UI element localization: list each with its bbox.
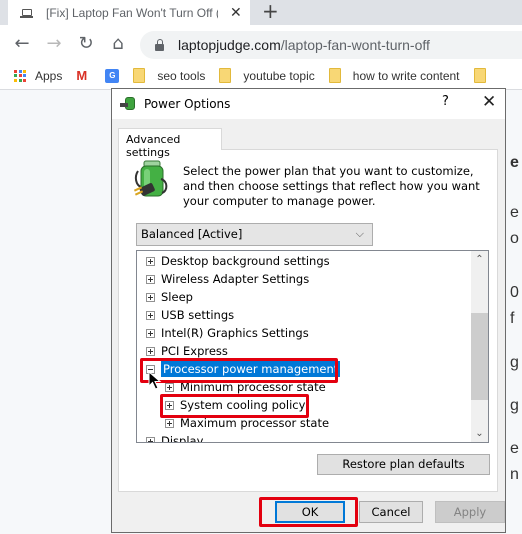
laptop-icon — [20, 9, 33, 18]
new-tab-button[interactable]: + — [262, 0, 279, 22]
bookmark-label: youtube topic — [243, 68, 315, 83]
tree-item-pci-express[interactable]: PCI Express — [146, 342, 228, 360]
tree-item-system-cooling-policy[interactable]: System cooling policy — [165, 396, 305, 414]
dialog-title: Power Options — [144, 97, 231, 111]
gmail-icon — [76, 70, 91, 81]
tree-item-sleep[interactable]: Sleep — [146, 288, 193, 306]
tab-title: [Fix] Laptop Fan Won't Turn Off ( — [46, 5, 218, 20]
tab-advanced-settings[interactable]: Advanced settings — [118, 128, 222, 159]
bookmark-apps[interactable]: Apps — [14, 69, 62, 83]
bookmark-label: how to write content — [352, 68, 460, 83]
bookmarks-bar: Apps G seo tools youtube topic how to wr… — [0, 62, 522, 90]
tree-item-wireless-adapter[interactable]: Wireless Adapter Settings — [146, 270, 309, 288]
page-text-fragment: g — [510, 354, 519, 371]
vertical-scrollbar[interactable]: ⌃ ⌄ — [471, 251, 488, 442]
forward-button[interactable]: → — [43, 33, 65, 55]
battery-plug-icon — [133, 160, 168, 197]
expand-icon[interactable] — [165, 382, 174, 392]
url-domain: laptopjudge.com — [178, 37, 281, 53]
expand-icon[interactable] — [146, 328, 155, 338]
tree-item-minimum-processor-state[interactable]: Minimum processor state — [165, 378, 326, 396]
page-text-fragment: o — [510, 230, 519, 247]
address-bar[interactable]: laptopjudge.com/laptop-fan-wont-turn-off — [140, 31, 522, 59]
expand-icon[interactable] — [165, 400, 174, 410]
apply-button[interactable]: Apply — [435, 501, 505, 523]
expand-icon[interactable] — [146, 346, 155, 356]
expand-icon[interactable] — [146, 274, 155, 284]
settings-tree[interactable]: Desktop background settings Wireless Ada… — [136, 250, 489, 443]
tree-item-maximum-processor-state[interactable]: Maximum processor state — [165, 414, 329, 432]
apps-grid-icon — [14, 69, 26, 82]
lock-icon[interactable] — [155, 38, 164, 51]
url-path: /laptop-fan-wont-turn-off — [280, 37, 430, 53]
description-text: Select the power plan that you want to c… — [183, 164, 480, 208]
expand-icon[interactable] — [146, 436, 155, 442]
close-tab-icon[interactable]: ✕ — [230, 4, 242, 21]
restore-plan-defaults-button[interactable]: Restore plan defaults — [317, 454, 490, 475]
help-button[interactable]: ? — [442, 94, 449, 109]
selected-plan: Balanced [Active] — [141, 227, 243, 241]
bookmark-youtube-topic[interactable]: youtube topic — [219, 68, 315, 83]
expand-icon[interactable] — [165, 418, 174, 428]
bookmark-folder[interactable] — [473, 68, 498, 83]
tree-item-desktop-background[interactable]: Desktop background settings — [146, 252, 330, 270]
close-button[interactable]: ✕ — [482, 92, 496, 112]
expand-icon[interactable] — [146, 292, 155, 302]
scroll-up-icon[interactable]: ⌃ — [471, 251, 488, 268]
bookmark-google-translate[interactable]: G — [105, 68, 120, 83]
bookmark-seo-tools[interactable]: seo tools — [133, 68, 205, 83]
page-text-fragment: n — [510, 466, 519, 483]
bookmark-label: seo tools — [157, 68, 206, 83]
bookmark-how-to-write-content[interactable]: how to write content — [328, 68, 460, 83]
google-translate-icon: G — [105, 68, 120, 83]
dialog-titlebar[interactable]: Power Options ? ✕ — [112, 89, 505, 119]
folder-icon — [328, 68, 341, 83]
reload-button[interactable]: ↻ — [75, 33, 97, 55]
bookmark-label: Apps — [35, 68, 63, 83]
page-text-fragment: 0 — [510, 284, 519, 301]
home-button[interactable]: ⌂ — [107, 33, 129, 55]
scroll-down-icon[interactable]: ⌄ — [471, 425, 488, 442]
ok-button[interactable]: OK — [275, 501, 345, 523]
folder-icon — [133, 68, 146, 83]
page-text-fragment: e — [510, 440, 519, 457]
mouse-cursor-icon — [148, 371, 162, 390]
folder-icon — [473, 68, 486, 83]
page-text-fragment: e — [510, 154, 519, 171]
expand-icon[interactable] — [146, 256, 155, 266]
power-options-icon — [120, 97, 138, 111]
back-button[interactable]: ← — [11, 33, 33, 55]
cancel-button[interactable]: Cancel — [359, 501, 423, 523]
scrollbar-thumb[interactable] — [471, 313, 488, 400]
page-text-fragment: e — [510, 204, 519, 221]
tree-item-processor-power-management[interactable]: Processor power management — [146, 360, 341, 378]
power-options-dialog: Power Options ? ✕ Advanced settings Sele… — [111, 88, 506, 533]
browser-tab[interactable]: [Fix] Laptop Fan Won't Turn Off ( ✕ — [8, 0, 250, 25]
chevron-down-icon: ⌵ — [355, 227, 364, 240]
page-text-fragment: g — [510, 397, 519, 414]
expand-icon[interactable] — [146, 310, 155, 320]
folder-icon — [219, 68, 232, 83]
tree-item-display[interactable]: Display — [146, 432, 203, 442]
page-text-fragment: f — [510, 310, 515, 327]
bookmark-gmail[interactable] — [76, 70, 91, 81]
tree-item-intel-graphics[interactable]: Intel(R) Graphics Settings — [146, 324, 309, 342]
tree-item-usb-settings[interactable]: USB settings — [146, 306, 234, 324]
power-plan-select[interactable]: Balanced [Active] ⌵ — [136, 223, 373, 246]
